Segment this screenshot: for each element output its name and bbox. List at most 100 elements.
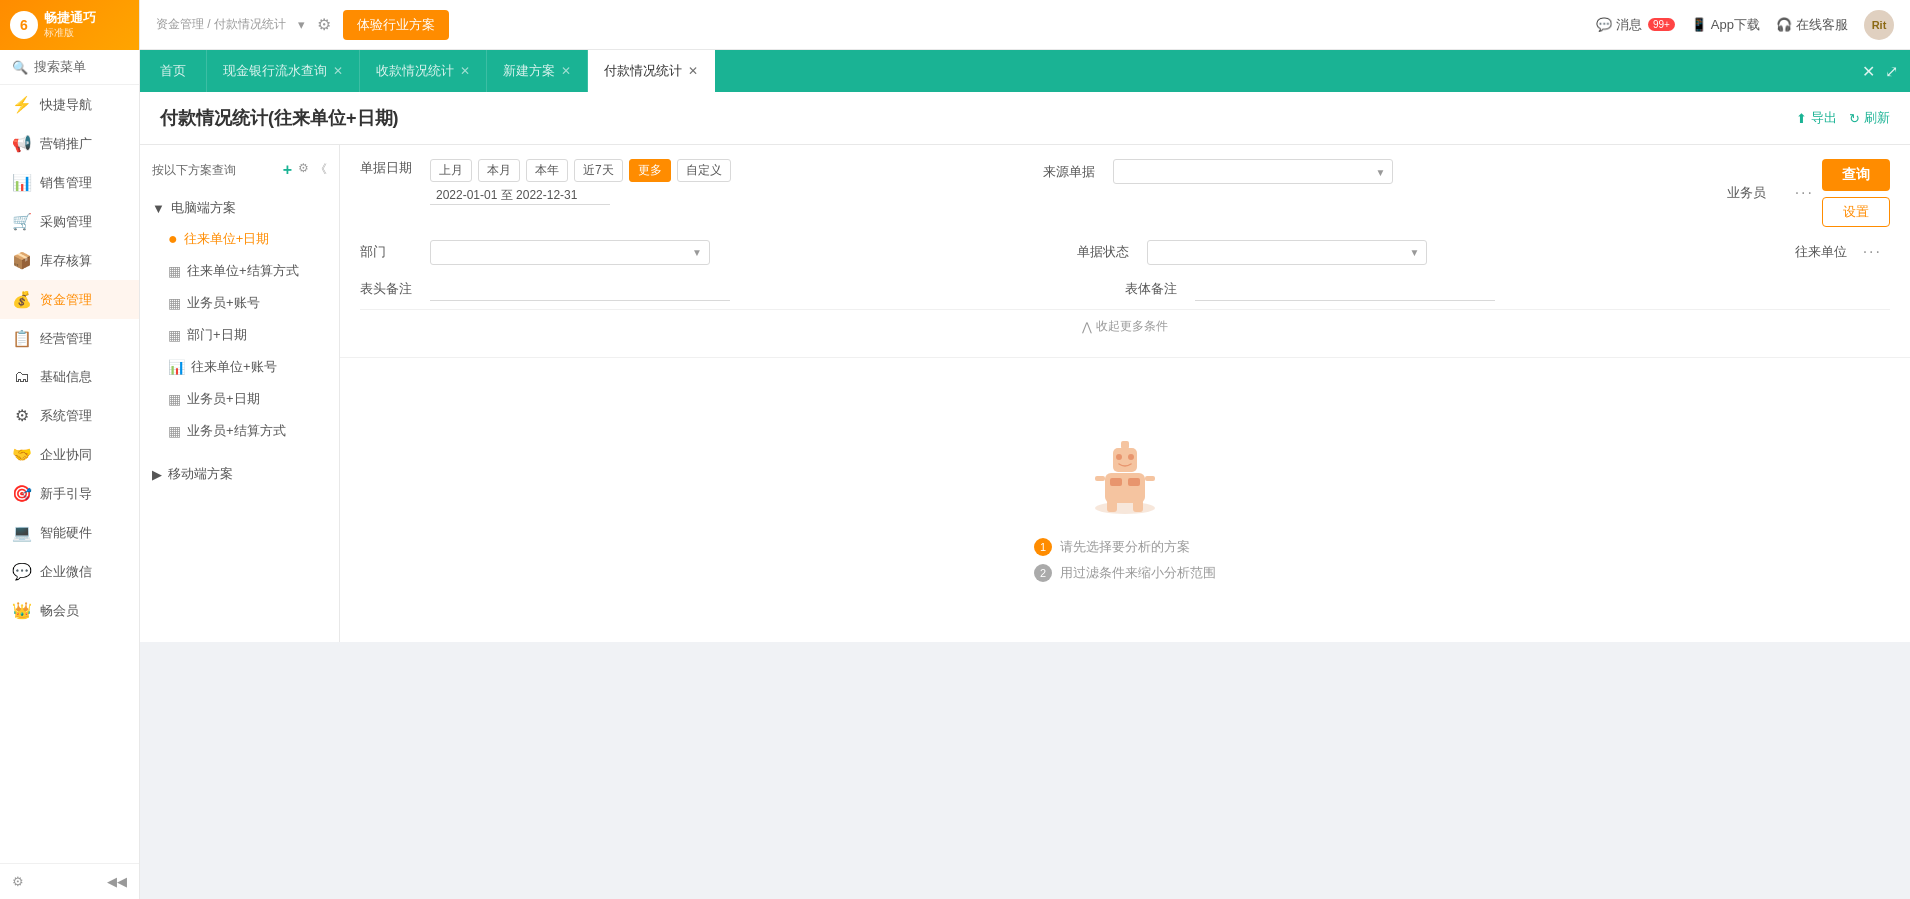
operation-icon: 📋 (12, 329, 32, 348)
query-button[interactable]: 查询 (1822, 159, 1890, 191)
sidebar-item-vip[interactable]: 👑 畅会员 (0, 591, 139, 630)
breadcrumb-dropdown-icon[interactable]: ▾ (298, 17, 305, 32)
collapse-bar: ⋀ 收起更多条件 (360, 309, 1890, 343)
desktop-scheme-section: ▼ 电脑端方案 ● 往来单位+日期 ▦ 往来单位+结算方式 ▦ 业务员+账号 (140, 189, 339, 451)
sidebar-item-shortcut[interactable]: ⚡ 快捷导航 (0, 85, 139, 124)
app-download-btn[interactable]: 📱 App下载 (1691, 16, 1760, 34)
scheme-staff-settle[interactable]: ▦ 业务员+结算方式 (140, 415, 339, 447)
refresh-icon: ↻ (1849, 111, 1860, 126)
scheme-partner-settle[interactable]: ▦ 往来单位+结算方式 (140, 255, 339, 287)
trial-button[interactable]: 体验行业方案 (343, 10, 449, 40)
hint-num-1: 1 (1034, 538, 1052, 556)
tab-home[interactable]: 首页 (140, 50, 207, 92)
sidebar-item-marketing[interactable]: 📢 营销推广 (0, 124, 139, 163)
hint-num-2: 2 (1034, 564, 1052, 582)
date-btn-more[interactable]: 更多 (629, 159, 671, 182)
collapse-more-btn[interactable]: ⋀ 收起更多条件 (1082, 318, 1168, 335)
tab-bank-close[interactable]: ✕ (333, 64, 343, 78)
app-logo-text: 畅捷通巧 标准版 (44, 10, 96, 40)
scheme-partner-date[interactable]: ● 往来单位+日期 (140, 223, 339, 255)
download-icon: 📱 (1691, 17, 1707, 32)
settings-button[interactable]: 设置 (1822, 197, 1890, 227)
tab-new-scheme-close[interactable]: ✕ (561, 64, 571, 78)
purchase-icon: 🛒 (12, 212, 32, 231)
search-menu[interactable]: 🔍 搜索菜单 (0, 50, 139, 85)
mobile-section-title[interactable]: ▶ 移动端方案 (140, 459, 339, 489)
date-filter-label: 单据日期 (360, 159, 430, 177)
date-btn-7days[interactable]: 近7天 (574, 159, 623, 182)
scheme-staff-account[interactable]: ▦ 业务员+账号 (140, 287, 339, 319)
sales-icon: 📊 (12, 173, 32, 192)
topbar-settings-icon[interactable]: ⚙ (317, 15, 331, 34)
sidebar-item-operation[interactable]: 📋 经营管理 (0, 319, 139, 358)
vip-icon: 👑 (12, 601, 32, 620)
voucher-status-select-wrapper (1147, 240, 1427, 265)
sidebar-item-purchase[interactable]: 🛒 采购管理 (0, 202, 139, 241)
sidebar-logo: 6 畅捷通巧 标准版 (0, 0, 139, 50)
scheme-partner-account[interactable]: 📊 往来单位+账号 (140, 351, 339, 383)
svg-rect-9 (1121, 441, 1129, 449)
header-note-input[interactable] (430, 277, 730, 301)
search-icon: 🔍 (12, 60, 28, 75)
main-content: 资金管理 / 付款情况统计 ▾ ⚙ 体验行业方案 💬 消息 99+ 📱 App下… (140, 0, 1910, 899)
filter-voucher-status-group: 单据状态 (1077, 240, 1794, 265)
customer-service-btn[interactable]: 🎧 在线客服 (1776, 16, 1848, 34)
body-note-input[interactable] (1195, 277, 1495, 301)
svg-rect-6 (1113, 448, 1137, 472)
sidebar-item-wechat[interactable]: 💬 企业微信 (0, 552, 139, 591)
date-btn-this-month[interactable]: 本月 (478, 159, 520, 182)
salesperson-input-dots[interactable]: ··· (1787, 180, 1822, 206)
tab-bank[interactable]: 现金银行流水查询 ✕ (207, 50, 360, 92)
tab-payments-close[interactable]: ✕ (688, 64, 698, 78)
voucher-status-select[interactable] (1147, 240, 1427, 265)
svg-point-8 (1128, 454, 1134, 460)
dept-select-wrapper (430, 240, 710, 265)
sidebar-item-system[interactable]: ⚙ 系统管理 (0, 396, 139, 435)
empty-hints: 1 请先选择要分析的方案 2 用过滤条件来缩小分析范围 (1034, 538, 1216, 582)
scheme-collapse-icon[interactable]: 《 (315, 161, 327, 179)
add-scheme-icon[interactable]: + (283, 161, 292, 179)
date-btn-custom[interactable]: 自定义 (677, 159, 731, 182)
system-icon: ⚙ (12, 406, 32, 425)
sidebar-item-hardware[interactable]: 💻 智能硬件 (0, 513, 139, 552)
guide-icon: 🎯 (12, 484, 32, 503)
topbar: 资金管理 / 付款情况统计 ▾ ⚙ 体验行业方案 💬 消息 99+ 📱 App下… (140, 0, 1910, 50)
date-range-input[interactable] (430, 186, 610, 205)
tab-receipts-close[interactable]: ✕ (460, 64, 470, 78)
sidebar-item-sales[interactable]: 📊 销售管理 (0, 163, 139, 202)
tab-close-all-icon[interactable]: ✕ (1862, 62, 1875, 81)
scheme-staff-date[interactable]: ▦ 业务员+日期 (140, 383, 339, 415)
tab-receipts[interactable]: 收款情况统计 ✕ (360, 50, 487, 92)
sidebar-collapse-icon[interactable]: ◀◀ (107, 874, 127, 889)
scheme-settings-icon[interactable]: ⚙ (298, 161, 309, 179)
empty-hint-2: 2 用过滤条件来缩小分析范围 (1034, 564, 1216, 582)
tab-payments[interactable]: 付款情况统计 ✕ (588, 50, 715, 92)
svg-rect-11 (1133, 500, 1143, 512)
user-avatar[interactable]: Rit (1864, 10, 1894, 40)
desktop-section-title[interactable]: ▼ 电脑端方案 (140, 193, 339, 223)
sidebar-item-enterprise[interactable]: 🤝 企业协同 (0, 435, 139, 474)
refresh-button[interactable]: ↻ 刷新 (1849, 109, 1890, 127)
breadcrumb: 资金管理 / 付款情况统计 (156, 16, 286, 33)
sidebar-item-inventory[interactable]: 📦 库存核算 (0, 241, 139, 280)
sidebar-item-guide[interactable]: 🎯 新手引导 (0, 474, 139, 513)
tab-expand-icon[interactable]: ⤢ (1885, 62, 1898, 81)
partner-input-dots[interactable]: ··· (1855, 239, 1890, 265)
dept-select[interactable] (430, 240, 710, 265)
settings-bottom-icon[interactable]: ⚙ (12, 874, 24, 889)
source-filter-label: 来源单据 (1043, 163, 1113, 181)
date-btn-this-year[interactable]: 本年 (526, 159, 568, 182)
sidebar-item-finance[interactable]: 💰 资金管理 (0, 280, 139, 319)
tab-new-scheme[interactable]: 新建方案 ✕ (487, 50, 588, 92)
svg-point-7 (1116, 454, 1122, 460)
svg-rect-2 (1110, 478, 1122, 486)
date-btn-last-month[interactable]: 上月 (430, 159, 472, 182)
sidebar-item-basic[interactable]: 🗂 基础信息 (0, 358, 139, 396)
grid-icon-1: ▦ (168, 263, 181, 279)
source-select[interactable] (1113, 159, 1393, 184)
export-button[interactable]: ⬆ 导出 (1796, 109, 1837, 127)
inventory-icon: 📦 (12, 251, 32, 270)
notifications-btn[interactable]: 💬 消息 99+ (1596, 16, 1675, 34)
body-note-label: 表体备注 (1125, 280, 1195, 298)
scheme-dept-date[interactable]: ▦ 部门+日期 (140, 319, 339, 351)
